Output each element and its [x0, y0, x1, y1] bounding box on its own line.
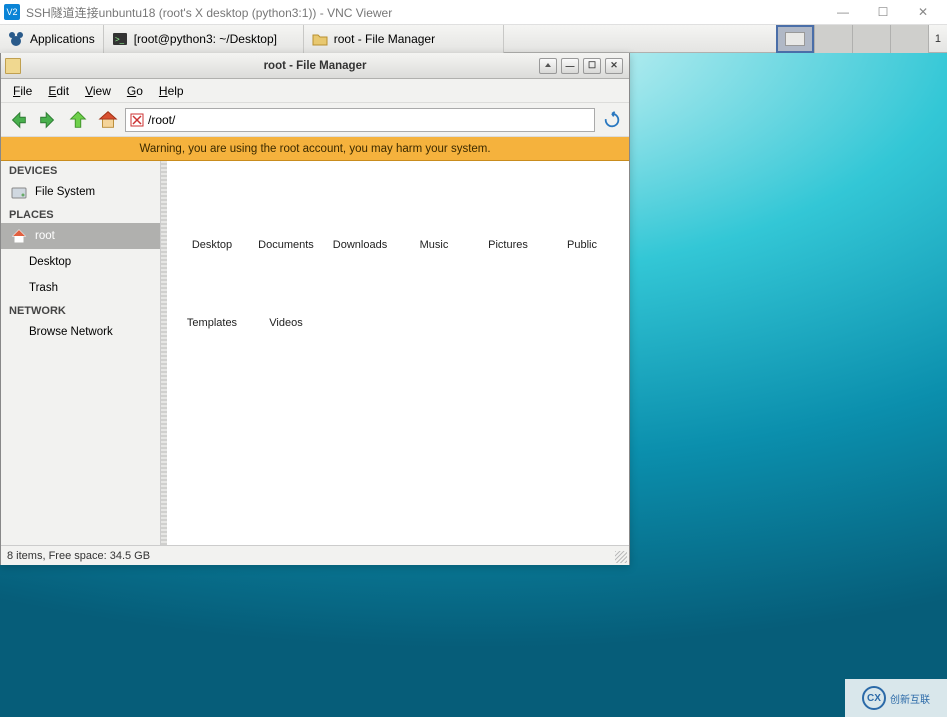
- vnc-icon: V2: [4, 4, 20, 20]
- vnc-maximize-button[interactable]: ☐: [863, 0, 903, 25]
- task-button-terminal[interactable]: >_ [root@python3: ~/Desktop]: [104, 25, 304, 53]
- file-manager-window: root - File Manager — ☐ ✕ File Edit View…: [0, 53, 630, 565]
- menu-go[interactable]: Go: [121, 82, 149, 100]
- fm-menubar: File Edit View Go Help: [1, 79, 629, 103]
- sidebar-places-heading: PLACES: [1, 205, 160, 223]
- folder-item[interactable]: Downloads: [323, 181, 397, 259]
- root-warning-banner: Warning, you are using the root account,…: [1, 137, 629, 161]
- folder-item[interactable]: Public: [545, 181, 619, 259]
- vnc-close-button[interactable]: ✕: [903, 0, 943, 25]
- folder-label: Pictures: [488, 239, 528, 251]
- reload-button[interactable]: [599, 107, 625, 133]
- location-text: /root/: [148, 113, 175, 127]
- fm-toolbar: /root/: [1, 103, 629, 137]
- workspace-1[interactable]: [776, 25, 814, 53]
- fm-window-icon: [5, 58, 21, 74]
- folder-label: Templates: [187, 317, 237, 329]
- folder-item[interactable]: Pictures: [471, 181, 545, 259]
- menu-file[interactable]: File: [7, 82, 38, 100]
- sidebar-item-browse-network[interactable]: Browse Network: [1, 319, 160, 345]
- sidebar-desktop-label: Desktop: [29, 256, 71, 268]
- folder-label: Desktop: [192, 239, 232, 251]
- location-bar[interactable]: /root/: [125, 108, 595, 132]
- terminal-icon: >_: [112, 31, 128, 47]
- sidebar-root-label: root: [35, 230, 55, 242]
- sidebar-network-heading: NETWORK: [1, 301, 160, 319]
- up-button[interactable]: [65, 107, 91, 133]
- clear-location-icon[interactable]: [130, 113, 144, 127]
- xfce-mouse-icon: [8, 31, 24, 47]
- shade-button[interactable]: [539, 58, 557, 74]
- workspace-4[interactable]: [890, 25, 928, 53]
- folder-label: Public: [567, 239, 597, 251]
- watermark-text: 创新互联: [890, 691, 930, 706]
- xfce-desktop[interactable]: Applications >_ [root@python3: ~/Desktop…: [0, 25, 947, 717]
- menu-help[interactable]: Help: [153, 82, 190, 100]
- folder-item[interactable]: Music: [397, 181, 471, 259]
- forward-button[interactable]: [35, 107, 61, 133]
- fm-statusbar: 8 items, Free space: 34.5 GB: [1, 545, 629, 565]
- vnc-minimize-button[interactable]: —: [823, 0, 863, 25]
- fm-sidebar: DEVICES File System PLACES root Desktop: [1, 161, 161, 545]
- maximize-button[interactable]: ☐: [583, 58, 601, 74]
- task-fm-label: root - File Manager: [334, 32, 435, 46]
- workspace-3[interactable]: [852, 25, 890, 53]
- menu-view[interactable]: View: [79, 82, 117, 100]
- vnc-window-title: SSH隧道连接unbuntu18 (root's X desktop (pyth…: [26, 4, 392, 21]
- home-button[interactable]: [95, 107, 121, 133]
- task-button-filemanager[interactable]: root - File Manager: [304, 25, 504, 53]
- menu-edit[interactable]: Edit: [42, 82, 75, 100]
- watermark-badge: CX: [862, 686, 886, 710]
- sidebar-item-desktop[interactable]: Desktop: [1, 249, 160, 275]
- sidebar-browse-network-label: Browse Network: [29, 326, 113, 338]
- sidebar-trash-label: Trash: [29, 282, 58, 294]
- fm-content-area[interactable]: Desktop Documents Downloads Music Pictures Pu…: [167, 161, 629, 545]
- workspace-2[interactable]: [814, 25, 852, 53]
- disk-icon: [11, 184, 27, 200]
- folder-item[interactable]: Templates: [175, 259, 249, 337]
- folder-label: Videos: [269, 317, 302, 329]
- folder-icon: [312, 31, 328, 47]
- vnc-titlebar: V2 SSH隧道连接unbuntu18 (root's X desktop (p…: [0, 0, 947, 25]
- sidebar-devices-heading: DEVICES: [1, 161, 160, 179]
- folder-item[interactable]: Videos: [249, 259, 323, 337]
- status-text: 8 items, Free space: 34.5 GB: [7, 550, 150, 562]
- sidebar-item-trash[interactable]: Trash: [1, 275, 160, 301]
- panel-clock[interactable]: 1: [928, 25, 947, 52]
- watermark: CX 创新互联: [845, 679, 947, 717]
- folder-label: Downloads: [333, 239, 387, 251]
- folder-label: Documents: [258, 239, 314, 251]
- sidebar-item-filesystem[interactable]: File System: [1, 179, 160, 205]
- minimize-button[interactable]: —: [561, 58, 579, 74]
- folder-item[interactable]: Documents: [249, 181, 323, 259]
- task-terminal-label: [root@python3: ~/Desktop]: [134, 32, 277, 46]
- panel-taskbar: Applications >_ [root@python3: ~/Desktop…: [0, 25, 947, 53]
- sidebar-item-root[interactable]: root: [1, 223, 160, 249]
- folder-label: Music: [420, 239, 449, 251]
- applications-menu-button[interactable]: Applications: [0, 25, 104, 53]
- folder-item[interactable]: Desktop: [175, 181, 249, 259]
- applications-menu-label: Applications: [30, 32, 95, 46]
- close-button[interactable]: ✕: [605, 58, 623, 74]
- svg-text:>_: >_: [115, 35, 125, 44]
- window-resize-grip[interactable]: [615, 551, 627, 563]
- home-icon: [11, 228, 27, 244]
- sidebar-filesystem-label: File System: [35, 186, 95, 198]
- back-button[interactable]: [5, 107, 31, 133]
- fm-titlebar[interactable]: root - File Manager — ☐ ✕: [1, 53, 629, 79]
- fm-window-title: root - File Manager: [264, 60, 367, 72]
